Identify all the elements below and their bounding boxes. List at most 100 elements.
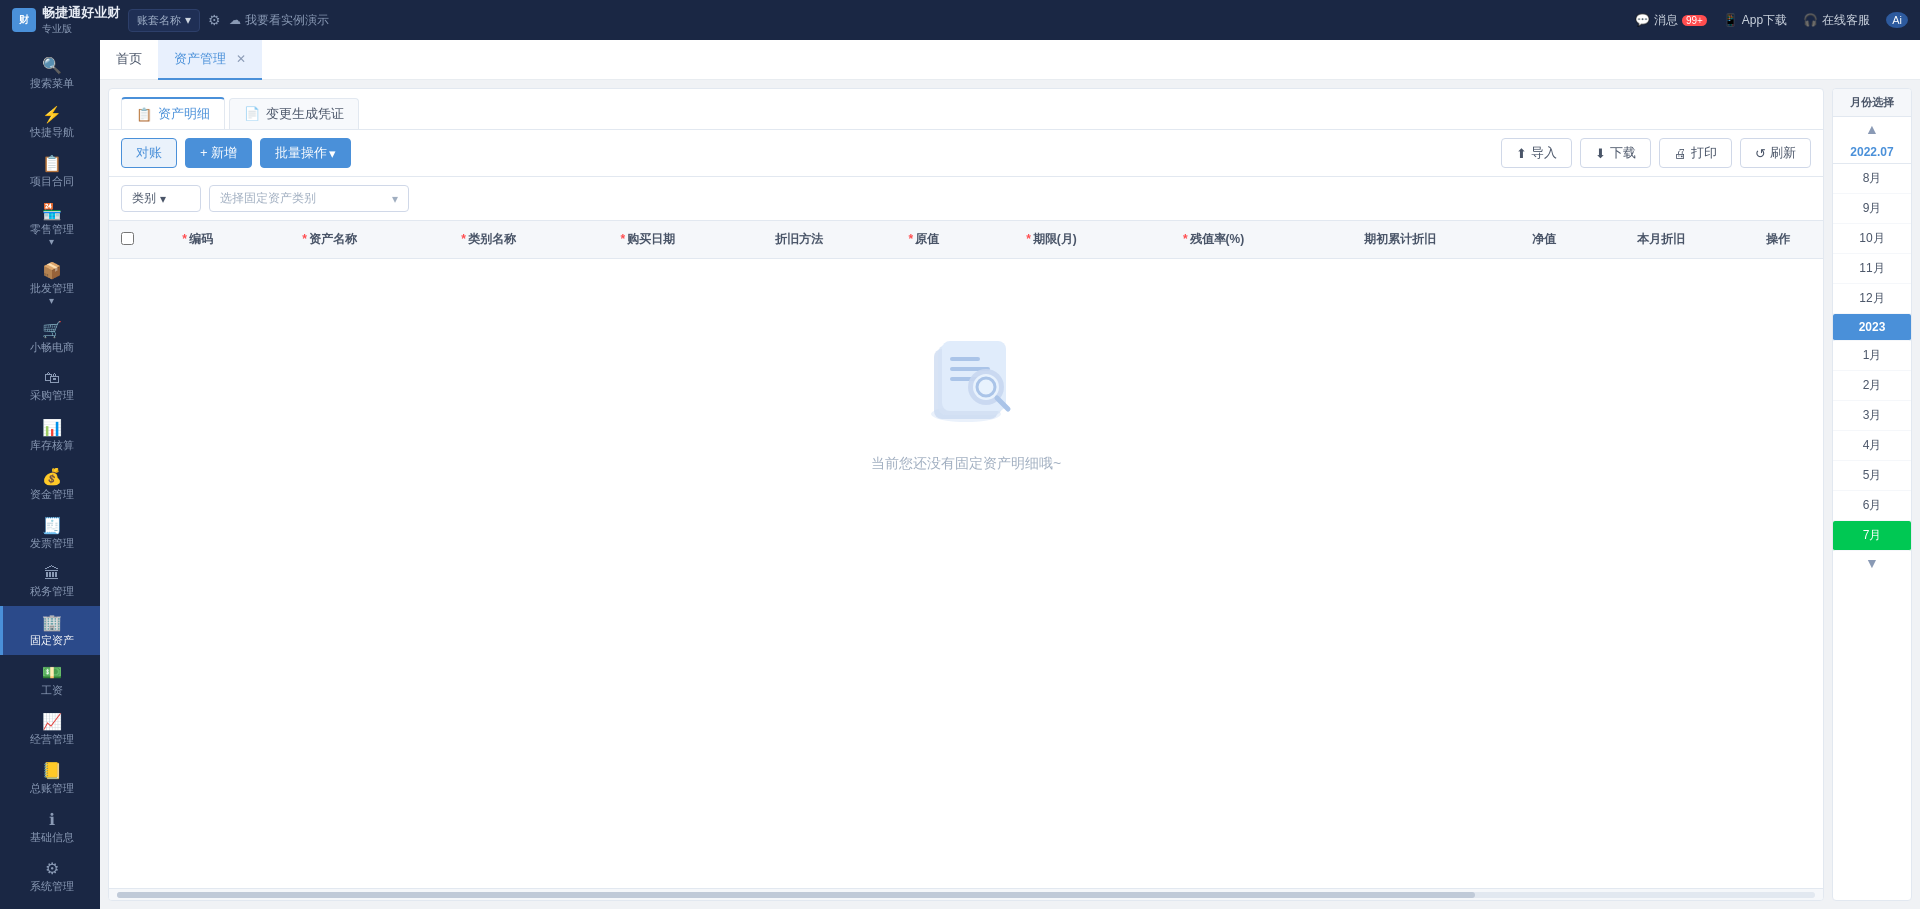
col-purchase-date: *购买日期 — [568, 221, 727, 259]
month-nav-down[interactable]: ▼ — [1833, 551, 1911, 575]
retail-icon: 🏪 — [42, 202, 62, 221]
col-monthly-depreciation: 本月折旧 — [1589, 221, 1733, 259]
month-1[interactable]: 1月 — [1833, 341, 1911, 371]
online-service-button[interactable]: 🎧 在线客服 — [1803, 12, 1870, 29]
month-7-current[interactable]: 7月 — [1833, 521, 1911, 551]
change-voucher-icon: 📄 — [244, 106, 260, 121]
tab-bar: 首页 资产管理 ✕ — [100, 40, 1920, 80]
col-original-value: *原值 — [871, 221, 976, 259]
month-3[interactable]: 3月 — [1833, 401, 1911, 431]
month-nav-up[interactable]: ▲ — [1833, 117, 1911, 141]
reconcile-button[interactable]: 对账 — [121, 138, 177, 168]
month-10[interactable]: 10月 — [1833, 224, 1911, 254]
sidebar-label-tax: 税务管理 — [30, 585, 74, 598]
month-9[interactable]: 9月 — [1833, 194, 1911, 224]
category-input[interactable]: 选择固定资产类别 ▾ — [209, 185, 409, 212]
col-code: *编码 — [145, 221, 250, 259]
page-content: 📋 资产明细 📄 变更生成凭证 对账 + 新增 — [100, 80, 1920, 909]
sidebar-label-search: 搜索菜单 — [30, 77, 74, 90]
brand-sub: 专业版 — [42, 22, 120, 36]
sidebar-item-system[interactable]: ⚙ 系统管理 — [0, 852, 100, 901]
operations-icon: 📈 — [42, 712, 62, 731]
sidebar-label-inventory: 库存核算 — [30, 439, 74, 452]
month-6[interactable]: 6月 — [1833, 491, 1911, 521]
category-filter[interactable]: 类别 ▾ — [121, 185, 201, 212]
sub-tab-asset-detail-label: 资产明细 — [158, 105, 210, 123]
sidebar-item-ecommerce[interactable]: 🛒 小畅电商 — [0, 313, 100, 362]
col-operation: 操作 — [1733, 221, 1823, 259]
sidebar-item-operations[interactable]: 📈 经营管理 — [0, 704, 100, 753]
add-button[interactable]: + 新增 — [185, 138, 252, 168]
sidebar-item-search[interactable]: 🔍 搜索菜单 — [0, 48, 100, 97]
demo-text: 我要看实例演示 — [245, 12, 329, 29]
reconcile-label: 对账 — [136, 144, 162, 162]
app-download-button[interactable]: 📱 App下载 — [1723, 12, 1787, 29]
asset-table: *编码 *资产名称 *类别名称 *购买日期 折旧方法 *原值 *期限(月) *残… — [109, 221, 1823, 888]
topbar: 财 畅捷通好业财 专业版 账套名称 ▾ ⚙ ☁ 我要看实例演示 💬 消息 99+… — [0, 0, 1920, 40]
sidebar-label-system: 系统管理 — [30, 880, 74, 893]
sidebar-item-general-ledger[interactable]: 📒 总账管理 — [0, 753, 100, 802]
message-icon: 💬 — [1635, 13, 1650, 27]
sidebar-item-purchase[interactable]: 🛍 采购管理 — [0, 362, 100, 410]
month-11[interactable]: 11月 — [1833, 254, 1911, 284]
print-button[interactable]: 🖨 打印 — [1659, 138, 1732, 168]
finance-icon: 💰 — [42, 467, 62, 486]
scroll-thumb — [117, 892, 1475, 898]
sidebar-item-salary[interactable]: 💵 工资 — [0, 655, 100, 704]
month-5[interactable]: 5月 — [1833, 461, 1911, 491]
bottom-scrollbar[interactable] — [109, 888, 1823, 900]
download-button[interactable]: ⬇ 下载 — [1580, 138, 1651, 168]
import-label: 导入 — [1531, 144, 1557, 162]
purchase-icon: 🛍 — [44, 369, 60, 387]
fixed-assets-icon: 🏢 — [42, 613, 62, 632]
headset-icon: 🎧 — [1803, 13, 1818, 27]
import-button[interactable]: ⬆ 导入 — [1501, 138, 1572, 168]
month-12[interactable]: 12月 — [1833, 284, 1911, 314]
month-4[interactable]: 4月 — [1833, 431, 1911, 461]
main-layout: 🔍 搜索菜单 ⚡ 快捷导航 📋 项目合同 🏪 零售管理 ▾ 📦 批发管理 ▾ 🛒… — [0, 40, 1920, 909]
system-icon: ⚙ — [45, 859, 59, 878]
app-download-label: App下载 — [1742, 12, 1787, 29]
salary-icon: 💵 — [42, 663, 62, 682]
account-selector[interactable]: 账套名称 ▾ — [128, 9, 200, 32]
sidebar-item-wholesale[interactable]: 📦 批发管理 ▾ — [0, 254, 100, 313]
sidebar-item-finance[interactable]: 💰 资金管理 — [0, 459, 100, 508]
sidebar-item-retail[interactable]: 🏪 零售管理 ▾ — [0, 196, 100, 255]
brand-icon: 财 — [12, 8, 36, 32]
tab-home[interactable]: 首页 — [100, 40, 158, 80]
tab-asset-management-label: 资产管理 — [174, 50, 226, 68]
month-2[interactable]: 2月 — [1833, 371, 1911, 401]
sidebar-item-invoice[interactable]: 🧾 发票管理 — [0, 508, 100, 557]
col-period: *期限(月) — [976, 221, 1126, 259]
sidebar-item-basic-info[interactable]: ℹ 基础信息 — [0, 803, 100, 852]
col-name: *资产名称 — [250, 221, 409, 259]
general-ledger-icon: 📒 — [42, 761, 62, 780]
category-chevron-icon: ▾ — [160, 192, 166, 206]
sidebar-label-basic-info: 基础信息 — [30, 831, 74, 844]
demo-link[interactable]: ☁ 我要看实例演示 — [229, 12, 329, 29]
sidebar-label-quick: 快捷导航 — [30, 126, 74, 139]
message-label: 消息 — [1654, 12, 1678, 29]
search-icon: 🔍 — [42, 56, 62, 75]
sidebar-item-inventory[interactable]: 📊 库存核算 — [0, 410, 100, 459]
sidebar-item-tax[interactable]: 🏛 税务管理 — [0, 558, 100, 606]
year-2022-label[interactable]: 2022.07 — [1833, 141, 1911, 164]
sidebar-item-quick[interactable]: ⚡ 快捷导航 — [0, 97, 100, 146]
tab-close-icon[interactable]: ✕ — [236, 52, 246, 66]
refresh-button[interactable]: ↺ 刷新 — [1740, 138, 1811, 168]
select-all-checkbox[interactable] — [121, 232, 134, 245]
message-button[interactable]: 💬 消息 99+ — [1635, 12, 1707, 29]
sub-tab-change-voucher[interactable]: 📄 变更生成凭证 — [229, 98, 359, 129]
batch-button[interactable]: 批量操作 ▾ — [260, 138, 351, 168]
sidebar-item-project[interactable]: 📋 项目合同 — [0, 146, 100, 195]
download-icon: ⬇ — [1595, 146, 1606, 161]
empty-state: 当前您还没有固定资产明细哦~ — [109, 259, 1823, 533]
sub-tab-asset-detail[interactable]: 📋 资产明细 — [121, 97, 225, 129]
sidebar-item-fixed-assets[interactable]: 🏢 固定资产 — [0, 606, 100, 655]
svg-rect-4 — [950, 357, 980, 361]
service-label: 在线客服 — [1822, 12, 1870, 29]
settings-icon[interactable]: ⚙ — [208, 12, 221, 28]
tab-asset-management[interactable]: 资产管理 ✕ — [158, 40, 262, 80]
month-8[interactable]: 8月 — [1833, 164, 1911, 194]
year-2023-badge[interactable]: 2023 — [1833, 314, 1911, 341]
